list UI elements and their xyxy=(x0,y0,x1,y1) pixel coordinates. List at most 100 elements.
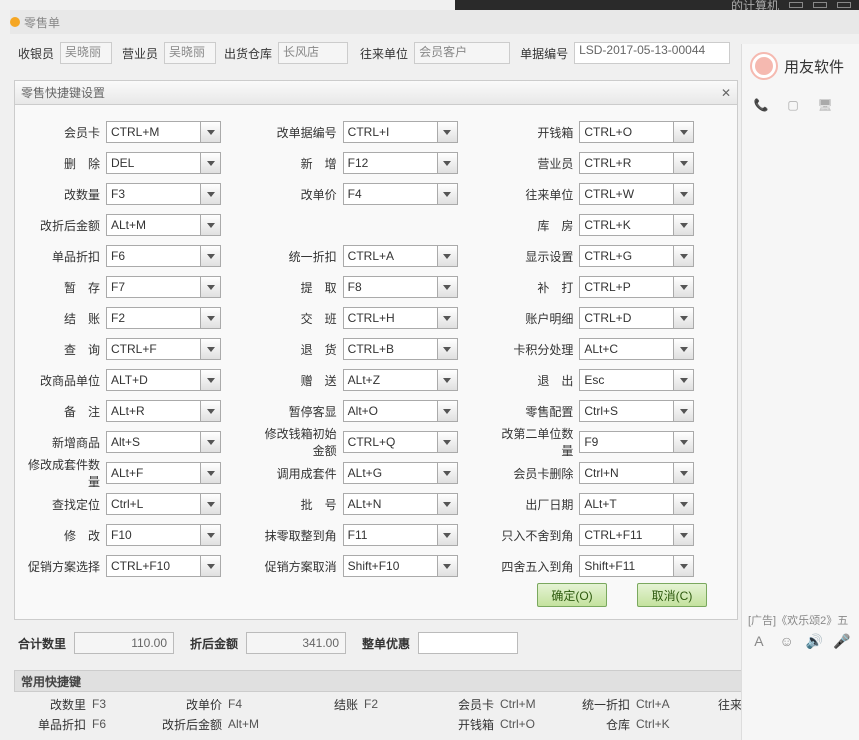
chevron-down-icon[interactable] xyxy=(674,214,694,236)
warehouse-input[interactable]: 长风店 xyxy=(278,42,348,64)
chevron-down-icon[interactable] xyxy=(674,555,694,577)
chevron-down-icon[interactable] xyxy=(674,183,694,205)
chevron-down-icon[interactable] xyxy=(201,214,221,236)
shortcut-input[interactable]: ALt+M xyxy=(106,214,201,236)
win-min-icon[interactable] xyxy=(789,2,803,8)
shortcut-input[interactable]: F3 xyxy=(106,183,201,205)
chevron-down-icon[interactable] xyxy=(438,400,458,422)
shortcut-input[interactable]: F6 xyxy=(106,245,201,267)
chevron-down-icon[interactable] xyxy=(201,400,221,422)
shortcut-input[interactable]: CTRL+Q xyxy=(343,431,438,453)
shortcut-input[interactable]: CTRL+H xyxy=(343,307,438,329)
shortcut-input[interactable]: Shift+F10 xyxy=(343,555,438,577)
shortcut-input[interactable]: ALt+R xyxy=(106,400,201,422)
chevron-down-icon[interactable] xyxy=(674,276,694,298)
shortcut-input[interactable]: F10 xyxy=(106,524,201,546)
chevron-down-icon[interactable] xyxy=(201,338,221,360)
chevron-down-icon[interactable] xyxy=(674,121,694,143)
shortcut-input[interactable]: Ctrl+N xyxy=(579,462,674,484)
shortcut-input[interactable]: F2 xyxy=(106,307,201,329)
shortcut-input[interactable]: ALt+C xyxy=(579,338,674,360)
shortcut-input[interactable]: Shift+F11 xyxy=(579,555,674,577)
shortcut-input[interactable]: ALT+D xyxy=(106,369,201,391)
font-icon[interactable]: A xyxy=(750,632,768,650)
chevron-down-icon[interactable] xyxy=(438,555,458,577)
shortcut-input[interactable]: DEL xyxy=(106,152,201,174)
chevron-down-icon[interactable] xyxy=(201,276,221,298)
shortcut-input[interactable]: ALt+G xyxy=(343,462,438,484)
chevron-down-icon[interactable] xyxy=(201,152,221,174)
chevron-down-icon[interactable] xyxy=(674,462,694,484)
shortcut-input[interactable]: ALt+F xyxy=(106,462,201,484)
cashier-input[interactable]: 吴晓丽 xyxy=(60,42,112,64)
chevron-down-icon[interactable] xyxy=(438,462,458,484)
chevron-down-icon[interactable] xyxy=(438,431,458,453)
video-icon[interactable]: ▢ xyxy=(784,96,802,114)
chevron-down-icon[interactable] xyxy=(201,431,221,453)
shortcut-input[interactable]: CTRL+G xyxy=(579,245,674,267)
shortcut-input[interactable]: ALt+T xyxy=(579,493,674,515)
chevron-down-icon[interactable] xyxy=(674,493,694,515)
close-icon[interactable]: ✕ xyxy=(721,86,731,100)
chevron-down-icon[interactable] xyxy=(438,152,458,174)
chevron-down-icon[interactable] xyxy=(201,462,221,484)
side-ad[interactable]: [广告]《欢乐颂2》五 xyxy=(748,612,848,628)
shortcut-input[interactable]: CTRL+K xyxy=(579,214,674,236)
chevron-down-icon[interactable] xyxy=(438,183,458,205)
shortcut-input[interactable]: CTRL+F11 xyxy=(579,524,674,546)
shortcut-input[interactable]: F7 xyxy=(106,276,201,298)
shortcut-input[interactable]: CTRL+M xyxy=(106,121,201,143)
chevron-down-icon[interactable] xyxy=(201,493,221,515)
chevron-down-icon[interactable] xyxy=(438,369,458,391)
shortcut-input[interactable]: ALt+Z xyxy=(343,369,438,391)
chevron-down-icon[interactable] xyxy=(674,338,694,360)
chevron-down-icon[interactable] xyxy=(201,369,221,391)
chevron-down-icon[interactable] xyxy=(674,431,694,453)
chevron-down-icon[interactable] xyxy=(201,307,221,329)
win-max-icon[interactable] xyxy=(813,2,827,8)
shortcut-input[interactable]: Alt+O xyxy=(343,400,438,422)
chevron-down-icon[interactable] xyxy=(674,307,694,329)
cancel-button[interactable]: 取消(C) xyxy=(637,583,707,607)
shortcut-input[interactable]: CTRL+F10 xyxy=(106,555,201,577)
shortcut-input[interactable]: CTRL+W xyxy=(579,183,674,205)
chevron-down-icon[interactable] xyxy=(674,245,694,267)
chevron-down-icon[interactable] xyxy=(438,307,458,329)
avatar[interactable] xyxy=(750,52,778,80)
chevron-down-icon[interactable] xyxy=(438,276,458,298)
shortcut-input[interactable]: ALt+N xyxy=(343,493,438,515)
shortcut-input[interactable]: Ctrl+S xyxy=(579,400,674,422)
shortcut-input[interactable]: CTRL+D xyxy=(579,307,674,329)
sales-input[interactable]: 吴晓丽 xyxy=(164,42,216,64)
phone-icon[interactable]: 📞 xyxy=(752,96,770,114)
tab-title[interactable]: 零售单 xyxy=(24,14,60,31)
shortcut-input[interactable]: F9 xyxy=(579,431,674,453)
shortcut-input[interactable]: Alt+S xyxy=(106,431,201,453)
chevron-down-icon[interactable] xyxy=(674,524,694,546)
disc-value[interactable] xyxy=(418,632,518,654)
shortcut-input[interactable]: F11 xyxy=(343,524,438,546)
docno-input[interactable]: LSD-2017-05-13-00044 xyxy=(574,42,730,64)
shortcut-input[interactable]: F4 xyxy=(343,183,438,205)
emoji-icon[interactable]: ☺ xyxy=(778,632,796,650)
voice-icon[interactable]: 🔊 xyxy=(806,632,824,650)
screen-icon[interactable]: 🖥 xyxy=(816,96,834,114)
shortcut-input[interactable]: CTRL+A xyxy=(343,245,438,267)
chevron-down-icon[interactable] xyxy=(201,245,221,267)
shortcut-input[interactable]: Esc xyxy=(579,369,674,391)
chevron-down-icon[interactable] xyxy=(438,338,458,360)
chevron-down-icon[interactable] xyxy=(201,555,221,577)
win-close-icon[interactable] xyxy=(837,2,851,8)
shortcut-input[interactable]: CTRL+P xyxy=(579,276,674,298)
chevron-down-icon[interactable] xyxy=(674,400,694,422)
shortcut-input[interactable]: CTRL+O xyxy=(579,121,674,143)
shortcut-input[interactable]: CTRL+R xyxy=(579,152,674,174)
shortcut-input[interactable]: CTRL+I xyxy=(343,121,438,143)
chevron-down-icon[interactable] xyxy=(201,183,221,205)
chevron-down-icon[interactable] xyxy=(438,493,458,515)
chevron-down-icon[interactable] xyxy=(201,524,221,546)
shortcut-input[interactable]: CTRL+F xyxy=(106,338,201,360)
chevron-down-icon[interactable] xyxy=(674,369,694,391)
shortcut-input[interactable]: F8 xyxy=(343,276,438,298)
chevron-down-icon[interactable] xyxy=(438,524,458,546)
